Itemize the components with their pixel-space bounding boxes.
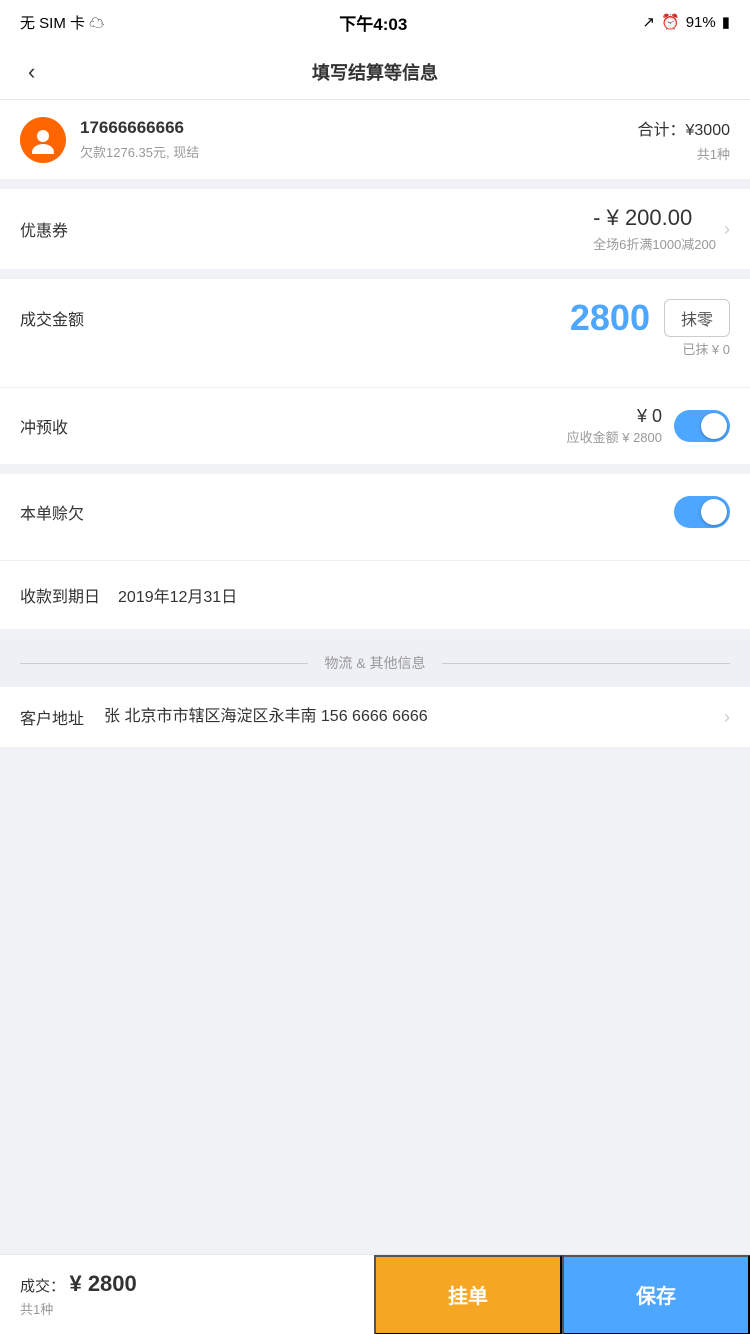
total-amount: 合计：¥3000 [638, 116, 731, 140]
logistics-label: 物流 & 其他信息 [324, 653, 425, 673]
alarm-icon: ⏰ [661, 13, 680, 31]
customer-left: 17666666666 欠款1276.35元, 现结 [20, 117, 199, 163]
save-button[interactable]: 保存 [562, 1255, 750, 1334]
due-label: 收款到期日 [20, 583, 100, 607]
address-label: 客户地址 [20, 705, 84, 729]
status-left: 无 SIM 卡 ☁ [20, 12, 104, 33]
debt-label: 本单赊欠 [20, 500, 84, 524]
deal-section: 成交金额 2800 抹零 已抹 ¥ 0 [0, 279, 750, 377]
status-time: 下午4:03 [339, 10, 407, 35]
address-content: 张 北京市市辖区海淀区永丰南 156 6666 6666 [104, 705, 724, 729]
advance-toggle[interactable] [674, 410, 730, 442]
customer-details: 17666666666 欠款1276.35元, 现结 [80, 118, 199, 161]
battery-icon: ▮ [722, 13, 730, 31]
bottom-spacer [0, 757, 750, 877]
divider-left [20, 663, 308, 664]
advance-label: 冲预收 [20, 414, 68, 438]
bottom-deal-label: 成交： [20, 1278, 65, 1295]
due-row: 收款到期日 2019年12月31日 [20, 583, 730, 607]
customer-info-section: 17666666666 欠款1276.35元, 现结 合计：¥3000 共1种 [0, 100, 750, 179]
deal-advance-section: 成交金额 2800 抹零 已抹 ¥ 0 冲预收 ¥ 0 应收金额 ¥ 2800 [0, 279, 750, 464]
nav-bar: ‹ 填写结算等信息 [0, 44, 750, 100]
deal-right: 2800 抹零 [570, 297, 730, 339]
coupon-section[interactable]: 优惠券 - ¥ 200.00 全场6折满1000减200 › [0, 189, 750, 269]
logistics-divider: 物流 & 其他信息 [0, 639, 750, 687]
due-date: 2019年12月31日 [118, 583, 237, 607]
bottom-bar: 成交： ¥ 2800 共1种 挂单 保存 [0, 1254, 750, 1334]
advance-row: 冲预收 ¥ 0 应收金额 ¥ 2800 [20, 406, 730, 446]
avatar [20, 117, 66, 163]
coupon-label: 优惠券 [20, 217, 68, 241]
customer-right: 合计：¥3000 共1种 [638, 116, 731, 163]
customer-phone: 17666666666 [80, 118, 199, 138]
deal-sub: 已抹 ¥ 0 [682, 342, 730, 357]
advance-right: ¥ 0 应收金额 ¥ 2800 [567, 406, 730, 446]
address-chevron-icon: › [724, 707, 730, 728]
due-section: 收款到期日 2019年12月31日 [0, 560, 750, 629]
coupon-amount-col: - ¥ 200.00 全场6折满1000减200 [593, 205, 716, 253]
coupon-amount: - ¥ 200.00 [593, 205, 716, 231]
advance-amount-col: ¥ 0 应收金额 ¥ 2800 [567, 406, 662, 446]
advance-amount: ¥ 0 [567, 406, 662, 427]
bottom-count: 共1种 [20, 1299, 354, 1318]
chevron-right-icon: › [724, 219, 730, 240]
deal-sub-row: 已抹 ¥ 0 [20, 339, 730, 359]
total-count: 共1种 [638, 144, 731, 163]
status-bar: 无 SIM 卡 ☁ 下午4:03 ↗ ⏰ 91% ▮ [0, 0, 750, 44]
divider-right [442, 663, 730, 664]
battery-level: 91% [686, 14, 716, 31]
coupon-desc: 全场6折满1000减200 [593, 234, 716, 253]
status-right: ↗ ⏰ 91% ▮ [642, 13, 730, 31]
customer-debt: 欠款1276.35元, 现结 [80, 142, 199, 161]
bottom-deal-row: 成交： ¥ 2800 [20, 1271, 354, 1297]
deal-amount: 2800 [570, 297, 650, 339]
sim-status: 无 SIM 卡 ☁ [20, 12, 104, 33]
main-content: 17666666666 欠款1276.35元, 现结 合计：¥3000 共1种 … [0, 100, 750, 877]
advance-sub: 应收金额 ¥ 2800 [567, 427, 662, 446]
address-section[interactable]: 客户地址 张 北京市市辖区海淀区永丰南 156 6666 6666 › [0, 687, 750, 747]
location-icon: ↗ [642, 13, 655, 31]
debt-due-section: 本单赊欠 收款到期日 2019年12月31日 [0, 474, 750, 629]
debt-section: 本单赊欠 [0, 474, 750, 550]
debt-toggle[interactable] [674, 496, 730, 528]
advance-section: 冲预收 ¥ 0 应收金额 ¥ 2800 [0, 387, 750, 464]
deal-row: 成交金额 2800 抹零 [20, 297, 730, 339]
hang-button[interactable]: 挂单 [374, 1255, 562, 1334]
bottom-deal-amount: ¥ 2800 [69, 1271, 136, 1296]
nav-title: 填写结算等信息 [312, 59, 438, 85]
round-button[interactable]: 抹零 [664, 299, 730, 337]
back-button[interactable]: ‹ [20, 51, 43, 93]
deal-label: 成交金额 [20, 306, 84, 330]
coupon-right: - ¥ 200.00 全场6折满1000减200 › [593, 205, 730, 253]
bottom-summary: 成交： ¥ 2800 共1种 [0, 1271, 374, 1318]
